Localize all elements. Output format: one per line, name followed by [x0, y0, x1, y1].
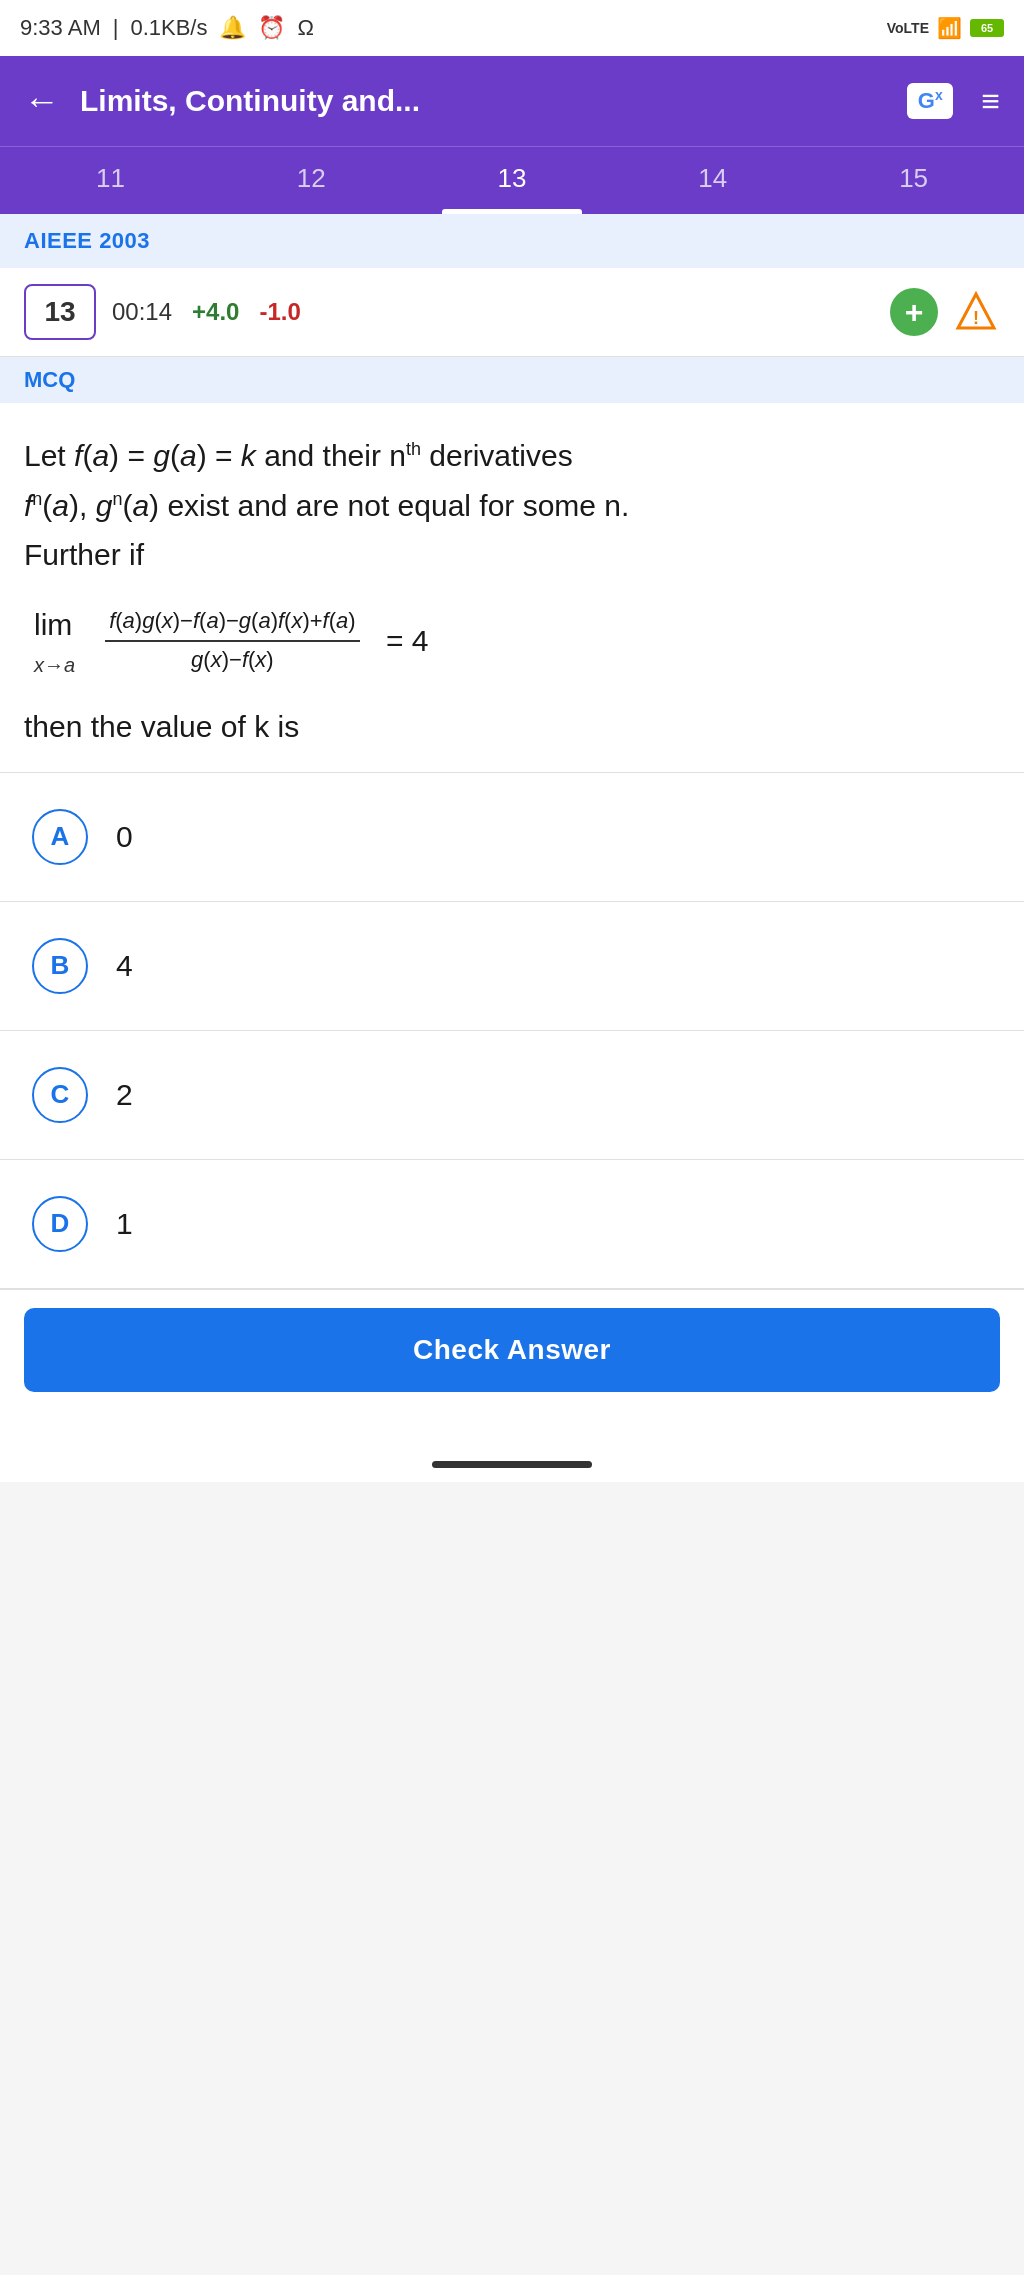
- question-type-label: MCQ: [0, 357, 1024, 403]
- status-speed: 0.1KB/s: [130, 15, 207, 41]
- question-body: Let f(a) = g(a) = k and their nth deriva…: [0, 403, 1024, 773]
- warning-icon: !: [954, 290, 998, 334]
- status-time: 9:33 AM: [20, 15, 101, 41]
- status-bar: 9:33 AM | 0.1KB/s 🔔 ⏰ Ω VoLTE 📶 65: [0, 0, 1024, 56]
- question-actions: + !: [890, 288, 1000, 336]
- check-answer-button[interactable]: Check Answer: [24, 1308, 1000, 1392]
- score-negative: -1.0: [259, 298, 300, 326]
- app-bar: ← Limits, Continuity and... Gx ≡: [0, 56, 1024, 146]
- tab-15[interactable]: 15: [813, 147, 1014, 214]
- status-bar-right: VoLTE 📶 65: [887, 16, 1004, 40]
- signal-bars: 📶: [937, 16, 962, 40]
- menu-button[interactable]: ≡: [981, 83, 1000, 120]
- main-content: AIEEE 2003 13 00:14 +4.0 -1.0 + ! MCQ: [0, 214, 1024, 1422]
- home-indicator: [432, 1461, 592, 1468]
- notif-icon-3: Ω: [297, 15, 313, 41]
- question-text-line2: fn(a), gn(a) exist and are not equal for…: [24, 481, 1000, 531]
- option-circle-b: B: [32, 938, 88, 994]
- year-tag: AIEEE 2003: [0, 214, 1024, 268]
- add-button[interactable]: +: [890, 288, 938, 336]
- tab-11[interactable]: 11: [10, 147, 211, 214]
- option-row-c[interactable]: C 2: [0, 1031, 1024, 1160]
- question-text-line3: Further if: [24, 530, 1000, 580]
- add-icon: +: [905, 294, 924, 331]
- option-value-c: 2: [116, 1078, 133, 1112]
- battery-icon: 65: [970, 19, 1004, 37]
- notif-icon-2: ⏰: [258, 15, 285, 41]
- option-value-a: 0: [116, 820, 133, 854]
- tab-13[interactable]: 13: [412, 147, 613, 214]
- option-circle-d: D: [32, 1196, 88, 1252]
- question-header: 13 00:14 +4.0 -1.0 + !: [0, 268, 1024, 357]
- page-tabs: 11 12 13 14 15: [0, 146, 1024, 214]
- option-row-d[interactable]: D 1: [0, 1160, 1024, 1289]
- option-circle-c: C: [32, 1067, 88, 1123]
- notif-icon-1: 🔔: [219, 15, 246, 41]
- question-meta: 00:14 +4.0 -1.0: [112, 298, 874, 326]
- options-container: A 0 B 4 C 2 D 1: [0, 773, 1024, 1289]
- back-button[interactable]: ←: [24, 80, 60, 122]
- carrier-icon: VoLTE: [887, 20, 929, 36]
- option-row-a[interactable]: A 0: [0, 773, 1024, 902]
- question-text-line1: Let f(a) = g(a) = k and their nth deriva…: [24, 431, 1000, 481]
- tab-12[interactable]: 12: [211, 147, 412, 214]
- question-number-box: 13: [24, 284, 96, 340]
- option-row-b[interactable]: B 4: [0, 902, 1024, 1031]
- option-value-b: 4: [116, 949, 133, 983]
- translate-icon: Gx: [918, 87, 943, 114]
- option-value-d: 1: [116, 1207, 133, 1241]
- equals-sign: = 4: [378, 616, 429, 666]
- check-answer-bar: Check Answer: [0, 1289, 1024, 1422]
- limit-expression: lim x→a f(a)g(x)−f(a)−g(a)f(x)+f(a) g(x)…: [34, 600, 1000, 683]
- question-conclusion: then the value of k is: [24, 702, 1000, 752]
- page-title: Limits, Continuity and...: [80, 84, 887, 118]
- warning-button[interactable]: !: [952, 288, 1000, 336]
- home-bar: [0, 1422, 1024, 1482]
- question-time: 00:14: [112, 298, 172, 326]
- status-network: |: [113, 15, 119, 41]
- lim-symbol: lim x→a: [34, 600, 75, 683]
- status-bar-left: 9:33 AM | 0.1KB/s 🔔 ⏰ Ω: [20, 15, 314, 41]
- translate-button[interactable]: Gx: [907, 83, 953, 119]
- svg-text:!: !: [973, 308, 979, 328]
- tab-14[interactable]: 14: [612, 147, 813, 214]
- score-positive: +4.0: [192, 298, 239, 326]
- option-circle-a: A: [32, 809, 88, 865]
- limit-fraction: f(a)g(x)−f(a)−g(a)f(x)+f(a) g(x)−f(x): [105, 603, 360, 678]
